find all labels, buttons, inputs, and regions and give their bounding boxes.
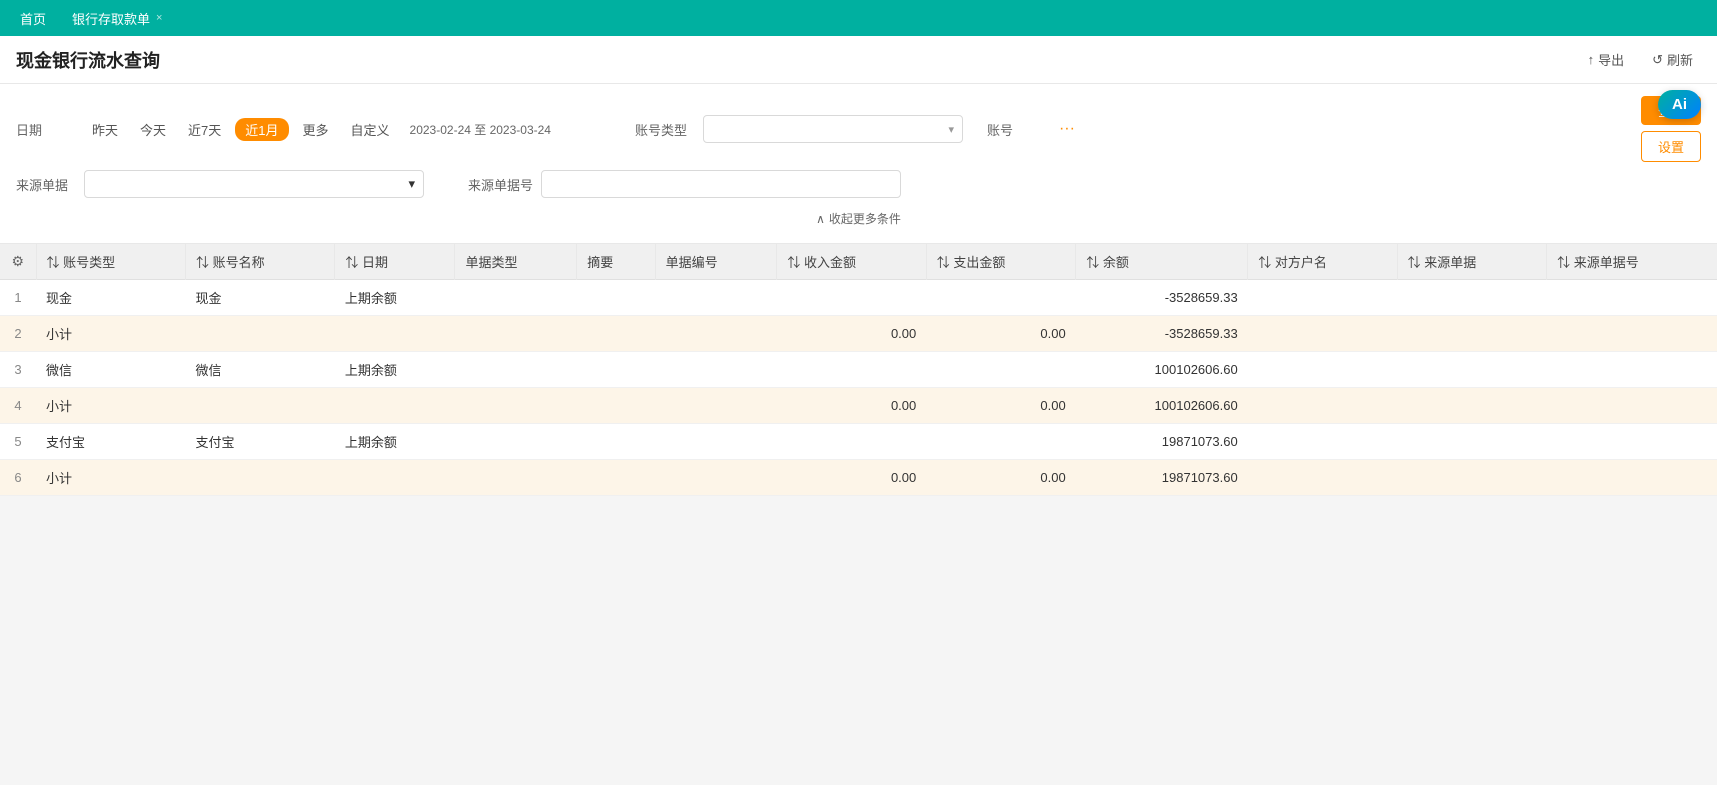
source-doc-arrow-icon: ▾ [408, 176, 415, 192]
source-doc-select[interactable]: ▾ [84, 170, 424, 198]
collapse-icon: ∧ [816, 212, 825, 226]
export-button[interactable]: ↑ 导出 [1580, 46, 1633, 73]
col-expense[interactable]: ⇅ 支出金额 [926, 244, 1075, 280]
filter-area: 日期 昨天今天近7天近1月更多自定义 2023-02-24 至 2023-03-… [0, 84, 1717, 244]
date-options: 昨天今天近7天近1月更多自定义 [84, 118, 398, 141]
setting-button[interactable]: 设置 [1641, 131, 1701, 162]
account-more-dots[interactable]: ··· [1055, 120, 1079, 138]
account-type-arrow-icon: ▾ [948, 123, 954, 136]
col-sort-icon: ⇅ [1258, 255, 1271, 270]
table-row: 5支付宝支付宝上期余额19871073.60 [0, 424, 1717, 460]
col-summary[interactable]: 摘要 [577, 244, 655, 280]
source-doc-no-input[interactable] [541, 170, 901, 198]
col-sort-icon: ⇅ [47, 255, 60, 270]
table-row: 1现金现金上期余额-3528659.33 [0, 280, 1717, 316]
nav-tab-银行存取款单[interactable]: 银行存取款单× [60, 4, 200, 32]
col-doc-type[interactable]: 单据类型 [455, 244, 577, 280]
close-icon[interactable]: × [156, 12, 162, 24]
col-source-doc-no[interactable]: ⇅ 来源单据号 [1547, 244, 1717, 280]
col-settings[interactable]: ⚙ [0, 244, 36, 280]
nav-tab-预收冲应收单[interactable]: 预收冲应收单× [60, 32, 200, 36]
date-label: 日期 [16, 120, 76, 139]
refresh-icon: ↺ [1652, 52, 1663, 68]
table-body: 1现金现金上期余额-3528659.332小计0.000.00-3528659.… [0, 280, 1717, 496]
header-actions: ↑ 导出 ↺ 刷新 [1580, 46, 1701, 73]
filter-section: 日期 昨天今天近7天近1月更多自定义 2023-02-24 至 2023-03-… [16, 96, 1701, 231]
date-opt-近7天[interactable]: 近7天 [180, 118, 229, 141]
account-label: 账号 [987, 120, 1047, 139]
filter-row-1: 日期 昨天今天近7天近1月更多自定义 2023-02-24 至 2023-03-… [16, 96, 1701, 162]
gear-icon: ⚙ [11, 253, 24, 269]
source-doc-no-label: 来源单据号 [468, 175, 533, 194]
table-header-row: ⚙ ⇅ 账号类型 ⇅ 账号名称 ⇅ 日期 单据类型 摘要 单据编号 ⇅ 收入金额… [0, 244, 1717, 280]
data-table: ⚙ ⇅ 账号类型 ⇅ 账号名称 ⇅ 日期 单据类型 摘要 单据编号 ⇅ 收入金额… [0, 244, 1717, 496]
col-sort-icon: ⇅ [345, 255, 358, 270]
date-opt-近1月[interactable]: 近1月 [235, 118, 288, 141]
col-sort-icon: ⇅ [1557, 255, 1570, 270]
date-opt-昨天[interactable]: 昨天 [84, 118, 126, 141]
source-doc-no-filter-group: 来源单据号 [468, 170, 901, 198]
col-counterpart[interactable]: ⇅ 对方户名 [1248, 244, 1397, 280]
col-balance[interactable]: ⇅ 余额 [1076, 244, 1248, 280]
date-filter-group: 日期 昨天今天近7天近1月更多自定义 2023-02-24 至 2023-03-… [16, 118, 551, 141]
table-row: 2小计0.000.00-3528659.33 [0, 316, 1717, 352]
date-range: 2023-02-24 至 2023-03-24 [410, 121, 551, 138]
col-doc-no[interactable]: 单据编号 [655, 244, 777, 280]
col-sort-icon: ⇅ [1086, 255, 1099, 270]
refresh-button[interactable]: ↺ 刷新 [1644, 46, 1701, 73]
page-title: 现金银行流水查询 [16, 47, 160, 73]
account-type-filter-group: 账号类型 ▾ [635, 115, 963, 143]
account-type-select[interactable]: ▾ [703, 115, 963, 143]
page-header: 现金银行流水查询 ↑ 导出 ↺ 刷新 [0, 36, 1717, 84]
export-icon: ↑ [1588, 52, 1595, 67]
col-source-doc[interactable]: ⇅ 来源单据 [1397, 244, 1546, 280]
date-opt-自定义[interactable]: 自定义 [343, 118, 398, 141]
date-opt-更多[interactable]: 更多 [295, 118, 337, 141]
col-income[interactable]: ⇅ 收入金额 [777, 244, 926, 280]
collapse-bar[interactable]: ∧ 收起更多条件 [16, 206, 1701, 231]
source-doc-label: 来源单据 [16, 175, 76, 194]
col-account-type[interactable]: ⇅ 账号类型 [36, 244, 185, 280]
col-account-name[interactable]: ⇅ 账号名称 [185, 244, 334, 280]
account-type-label: 账号类型 [635, 120, 695, 139]
table-row: 4小计0.000.00100102606.60 [0, 388, 1717, 424]
source-doc-filter-group: 来源单据 ▾ [16, 170, 424, 198]
col-sort-icon: ⇅ [787, 255, 800, 270]
col-sort-icon: ⇅ [1408, 255, 1421, 270]
ai-badge[interactable]: Ai [1658, 90, 1701, 119]
nav-home[interactable]: 首页 [8, 4, 58, 32]
nav-tabs: 收款单×付款单×其他收入单×应收应付调整单×银行存取款单×预收冲应收单×收款核销… [60, 0, 200, 36]
table-container: ⚙ ⇅ 账号类型 ⇅ 账号名称 ⇅ 日期 单据类型 摘要 单据编号 ⇅ 收入金额… [0, 244, 1717, 496]
table-row: 6小计0.000.0019871073.60 [0, 460, 1717, 496]
date-opt-今天[interactable]: 今天 [132, 118, 174, 141]
col-sort-icon: ⇅ [196, 255, 209, 270]
table-row: 3微信微信上期余额100102606.60 [0, 352, 1717, 388]
top-nav: 首页 收款单×付款单×其他收入单×应收应付调整单×银行存取款单×预收冲应收单×收… [0, 0, 1717, 36]
col-date[interactable]: ⇅ 日期 [335, 244, 455, 280]
col-sort-icon: ⇅ [937, 255, 950, 270]
filter-row-2: 来源单据 ▾ 来源单据号 [16, 170, 1701, 198]
account-no-filter-group: 账号 ··· [987, 120, 1079, 139]
